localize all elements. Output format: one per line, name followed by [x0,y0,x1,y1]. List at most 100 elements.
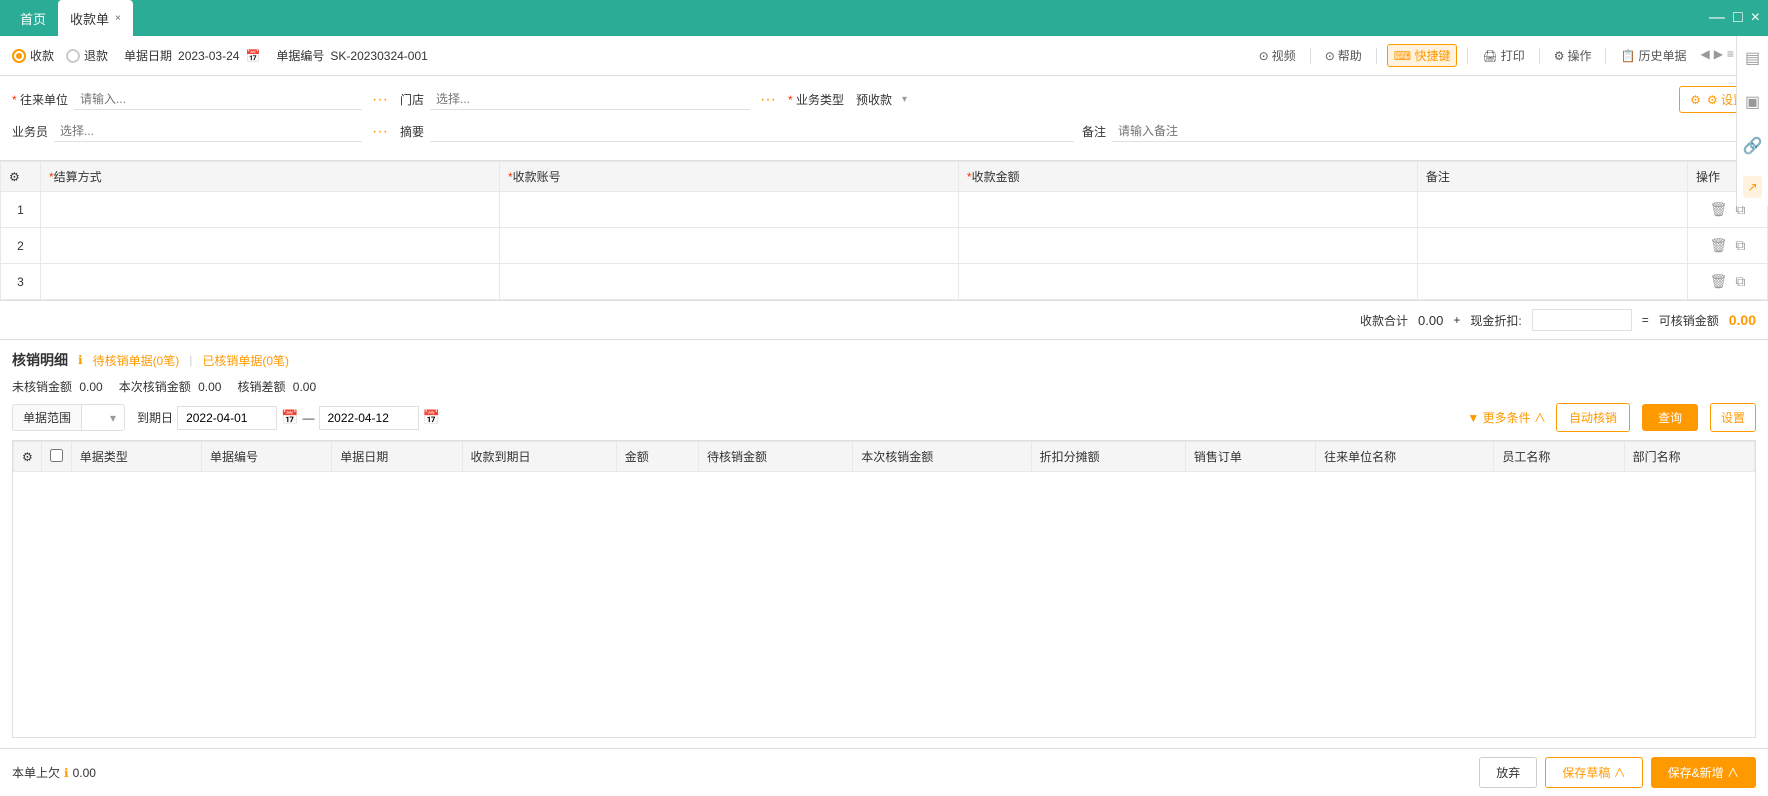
scope-value[interactable] [82,414,102,422]
tab-home[interactable]: 首页 [8,0,58,36]
row-num-2: 2 [1,228,41,264]
tab-active[interactable]: 收款单 × [58,0,133,36]
table-row: 2 🗑 ⧉ [1,228,1768,264]
counterparty-more-icon[interactable]: ··· [368,91,392,109]
bth-current: 本次核销金额 [853,442,1031,472]
row-copy-icon-2[interactable]: ⧉ [1733,235,1747,256]
hexiao-tab-separator: | [189,353,192,367]
bth-dept: 部门名称 [1624,442,1754,472]
radio-shoukuan[interactable]: 收款 [12,47,54,64]
row-account-3[interactable] [499,264,958,300]
operate-btn[interactable]: ⚙ 操作 [1550,45,1596,66]
date-calendar-to[interactable]: 📅 [423,409,440,426]
store-input[interactable] [430,89,750,110]
print-btn[interactable]: 🖨 打印 [1478,45,1528,66]
sidebar-doc-icon[interactable]: ▣ [1741,88,1764,116]
shortcut-btn[interactable]: ⌨ 快捷键 [1387,44,1458,67]
row-delete-icon-2[interactable]: 🗑 [1708,235,1730,256]
footer-info-icon[interactable]: ℹ [64,766,69,780]
toolbar-right: ⊙ 视频 ⊙ 帮助 ⌨ 快捷键 🖨 打印 ⚙ 操作 [1255,44,1756,67]
tab-close-icon[interactable]: × [115,13,121,24]
sidebar-expand-icon[interactable]: ↗ [1743,176,1761,198]
row-remark-1[interactable] [1417,192,1687,228]
row-copy-icon-3[interactable]: ⧉ [1733,271,1747,292]
staff-input[interactable] [54,121,362,142]
select-all-checkbox[interactable] [50,449,63,462]
sidebar-link-icon[interactable]: 🔗 [1739,132,1767,160]
plus-symbol: + [1453,313,1460,327]
remark-field: 备注 [1082,121,1756,142]
radio-tuikuan-circle [66,49,80,63]
minimize-icon[interactable]: — [1709,9,1725,27]
business-type-label: 业务类型 [788,91,844,108]
row-delete-icon-3[interactable]: 🗑 [1708,271,1730,292]
abandon-btn[interactable]: 放弃 [1479,757,1537,788]
row-delete-icon-1[interactable]: 🗑 [1708,199,1730,220]
video-icon: ⊙ [1259,49,1269,63]
remark-input[interactable] [1112,121,1756,142]
row-settle-2[interactable] [41,228,500,264]
hexiao-info-icon[interactable]: ℹ [78,353,83,367]
calendar-icon[interactable]: 📅 [245,49,260,63]
bth-checkbox[interactable] [41,442,71,472]
maximize-icon[interactable]: □ [1733,9,1743,27]
bth-gear[interactable]: ⚙ [14,442,42,472]
th-account: *收款账号 [499,162,958,192]
date-calendar-from[interactable]: 📅 [281,409,298,426]
scope-label: 单据范围 [13,405,82,430]
radio-tuikuan[interactable]: 退款 [66,47,108,64]
discount-input[interactable] [1532,309,1632,331]
scope-chevron[interactable]: ▾ [102,407,124,429]
bth-number: 单据编号 [202,442,332,472]
footer-left: 本单上欠 ℹ 0.00 [12,764,96,781]
row-remark-3[interactable] [1417,264,1687,300]
window-controls: — □ × [1709,9,1760,27]
form-row-2: 业务员 ··· 摘要 备注 [12,121,1756,142]
bth-staff: 员工名称 [1494,442,1624,472]
video-btn[interactable]: ⊙ 视频 [1255,45,1300,66]
date-to-input[interactable] [319,406,419,430]
business-type-chevron[interactable]: ▾ [902,94,907,105]
store-more-icon[interactable]: ··· [756,91,780,109]
main-table-area: ⚙ *结算方式 *收款账号 *收款金额 备注 操作 1 [0,161,1768,301]
row-settle-3[interactable] [41,264,500,300]
net-value: 0.00 [1729,312,1756,328]
bth-amount: 金额 [616,442,698,472]
row-account-2[interactable] [499,228,958,264]
operate-icon: ⚙ [1554,49,1565,63]
diff-label: 核销差额 [237,380,285,394]
row-amount-1[interactable] [958,192,1417,228]
row-settle-1[interactable] [41,192,500,228]
bottom-table: ⚙ 单据类型 单据编号 单据日期 收款到期日 金额 待核销金额 本次核销金额 折… [13,441,1755,472]
bth-counterparty: 往来单位名称 [1316,442,1494,472]
row-account-1[interactable] [499,192,958,228]
date-value: 2023-03-24 [178,49,239,63]
store-label: 门店 [400,91,424,108]
prev-icon[interactable]: ◀ [1700,47,1709,65]
help-btn[interactable]: ⊙ 帮助 [1321,45,1366,66]
date-from-input[interactable] [177,406,277,430]
bottom-table-container: ⚙ 单据类型 单据编号 单据日期 收款到期日 金额 待核销金额 本次核销金额 折… [12,440,1756,738]
save-new-btn[interactable]: 保存&新增 ∧ [1651,757,1756,788]
auto-hexiao-btn[interactable]: 自动核销 [1556,403,1630,432]
save-draft-btn[interactable]: 保存草稿 ∧ [1545,757,1642,788]
current-label: 本次核销金额 [119,380,191,394]
counterparty-input[interactable] [74,89,362,110]
row-amount-2[interactable] [958,228,1417,264]
row-amount-3[interactable] [958,264,1417,300]
close-window-icon[interactable]: × [1751,9,1760,27]
query-btn[interactable]: 查询 [1642,404,1698,431]
hexiao-done-tab[interactable]: 已核销单据(0笔) [202,352,289,369]
sidebar-table-icon[interactable]: ▤ [1741,44,1764,72]
filter-settings-btn[interactable]: 设置 [1710,403,1756,432]
history-btn[interactable]: 📋 历史单据 [1616,45,1690,66]
row-remark-2[interactable] [1417,228,1687,264]
hexiao-pending-tab[interactable]: 待核销单据(0笔) [93,352,180,369]
more-conditions-btn[interactable]: ▼ 更多条件 ∧ [1467,409,1546,426]
list-view-icon[interactable]: ≡ [1727,47,1734,65]
abstract-input[interactable] [430,121,1074,142]
next-icon[interactable]: ▶ [1714,47,1723,65]
th-gear[interactable]: ⚙ [1,162,41,192]
staff-more-icon[interactable]: ··· [368,123,392,141]
diff-value: 0.00 [293,380,316,394]
